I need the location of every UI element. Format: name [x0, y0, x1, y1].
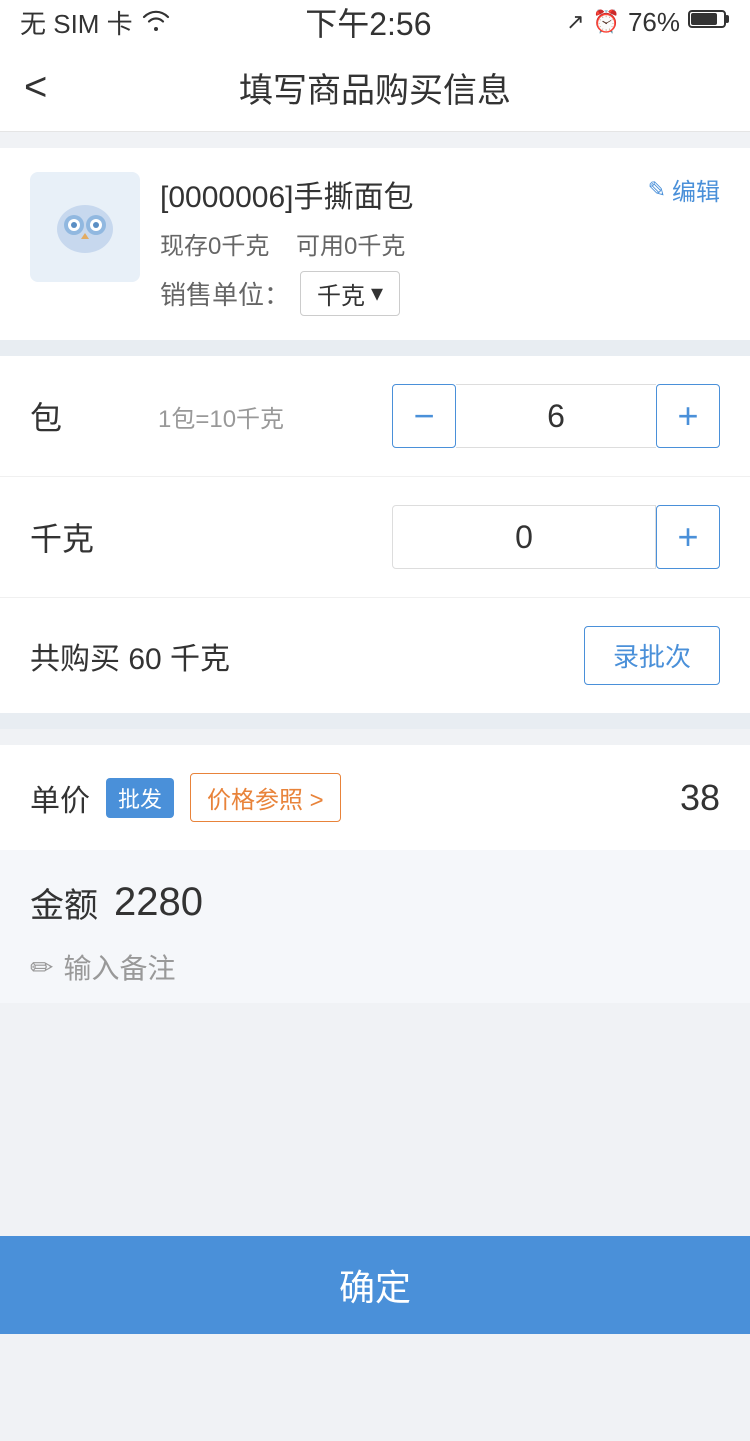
edit-button[interactable]: ✎ 编辑 [648, 172, 720, 207]
price-label: 单价 [30, 776, 90, 820]
alarm-icon: ⏰ [593, 9, 620, 35]
amount-section: 金额 2280 ✏ 输入备注 [0, 850, 750, 1003]
kg-label: 千克 [30, 514, 150, 560]
bao-input[interactable] [456, 384, 656, 448]
bao-minus-button[interactable]: − [392, 384, 456, 448]
bao-row: 包 1包=10千克 − + [0, 356, 750, 477]
batch-button[interactable]: 录批次 [584, 626, 720, 685]
confirm-label: 确定 [339, 1259, 411, 1311]
status-right: ↗ ⏰ 76% [566, 7, 730, 38]
nav-bar: < 填写商品购买信息 [0, 44, 750, 132]
remark-row[interactable]: ✏ 输入备注 [30, 947, 720, 987]
section-divider-1 [0, 340, 750, 356]
price-section: 单价 批发 价格参照 > 38 [0, 745, 750, 850]
amount-row: 金额 2280 [30, 878, 720, 927]
bao-plus-button[interactable]: + [656, 384, 720, 448]
battery-text: 76% [628, 7, 680, 38]
total-row: 共购买 60 千克 录批次 [0, 598, 750, 713]
kg-plus-button[interactable]: + [656, 505, 720, 569]
kg-row: 千克 + [0, 477, 750, 598]
status-bar: 无 SIM 卡 下午2:56 ↗ ⏰ 76% [0, 0, 750, 44]
product-stock: 现存0千克 可用0千克 [160, 226, 720, 261]
section-divider-2 [0, 713, 750, 729]
amount-value: 2280 [114, 880, 203, 925]
bao-label: 包 [30, 393, 150, 439]
remark-placeholder: 输入备注 [63, 947, 175, 987]
quantity-section: 包 1包=10千克 − + 千克 + 共购买 60 千克 录批次 [0, 356, 750, 713]
product-unit-row: 销售单位： 千克 ▾ [160, 271, 720, 316]
product-info: [0000006]手撕面包 现存0千克 可用0千克 销售单位： 千克 ▾ [160, 172, 720, 316]
status-carrier: 无 SIM 卡 [20, 4, 171, 41]
price-value: 38 [680, 777, 720, 819]
pencil-icon: ✏ [30, 951, 53, 984]
wifi-icon [141, 7, 171, 38]
price-type-tag: 批发 [106, 778, 174, 818]
edit-icon: ✎ [648, 177, 666, 203]
product-image [30, 172, 140, 282]
bao-control: − + [392, 384, 720, 448]
back-button[interactable]: < [24, 65, 47, 110]
confirm-button[interactable]: 确定 [0, 1236, 750, 1334]
unit-select[interactable]: 千克 ▾ [300, 271, 400, 316]
battery-icon [688, 8, 730, 37]
bao-hint: 1包=10千克 [158, 399, 392, 434]
location-icon: ↗ [566, 9, 584, 35]
amount-label: 金额 [30, 878, 98, 927]
product-name: [0000006]手撕面包 [160, 172, 720, 216]
total-label: 共购买 60 千克 [30, 634, 230, 678]
price-row: 单价 批发 价格参照 > 38 [30, 773, 720, 822]
kg-input[interactable] [392, 505, 656, 569]
product-logo-icon [50, 197, 120, 257]
carrier-text: 无 SIM 卡 [20, 4, 133, 41]
price-ref-button[interactable]: 价格参照 > [190, 773, 341, 822]
product-card: [0000006]手撕面包 现存0千克 可用0千克 销售单位： 千克 ▾ ✎ 编… [0, 148, 750, 340]
status-time: 下午2:56 [305, 0, 431, 45]
kg-control: + [392, 505, 720, 569]
chevron-down-icon: ▾ [371, 279, 383, 308]
page-title: 填写商品购买信息 [239, 63, 511, 112]
